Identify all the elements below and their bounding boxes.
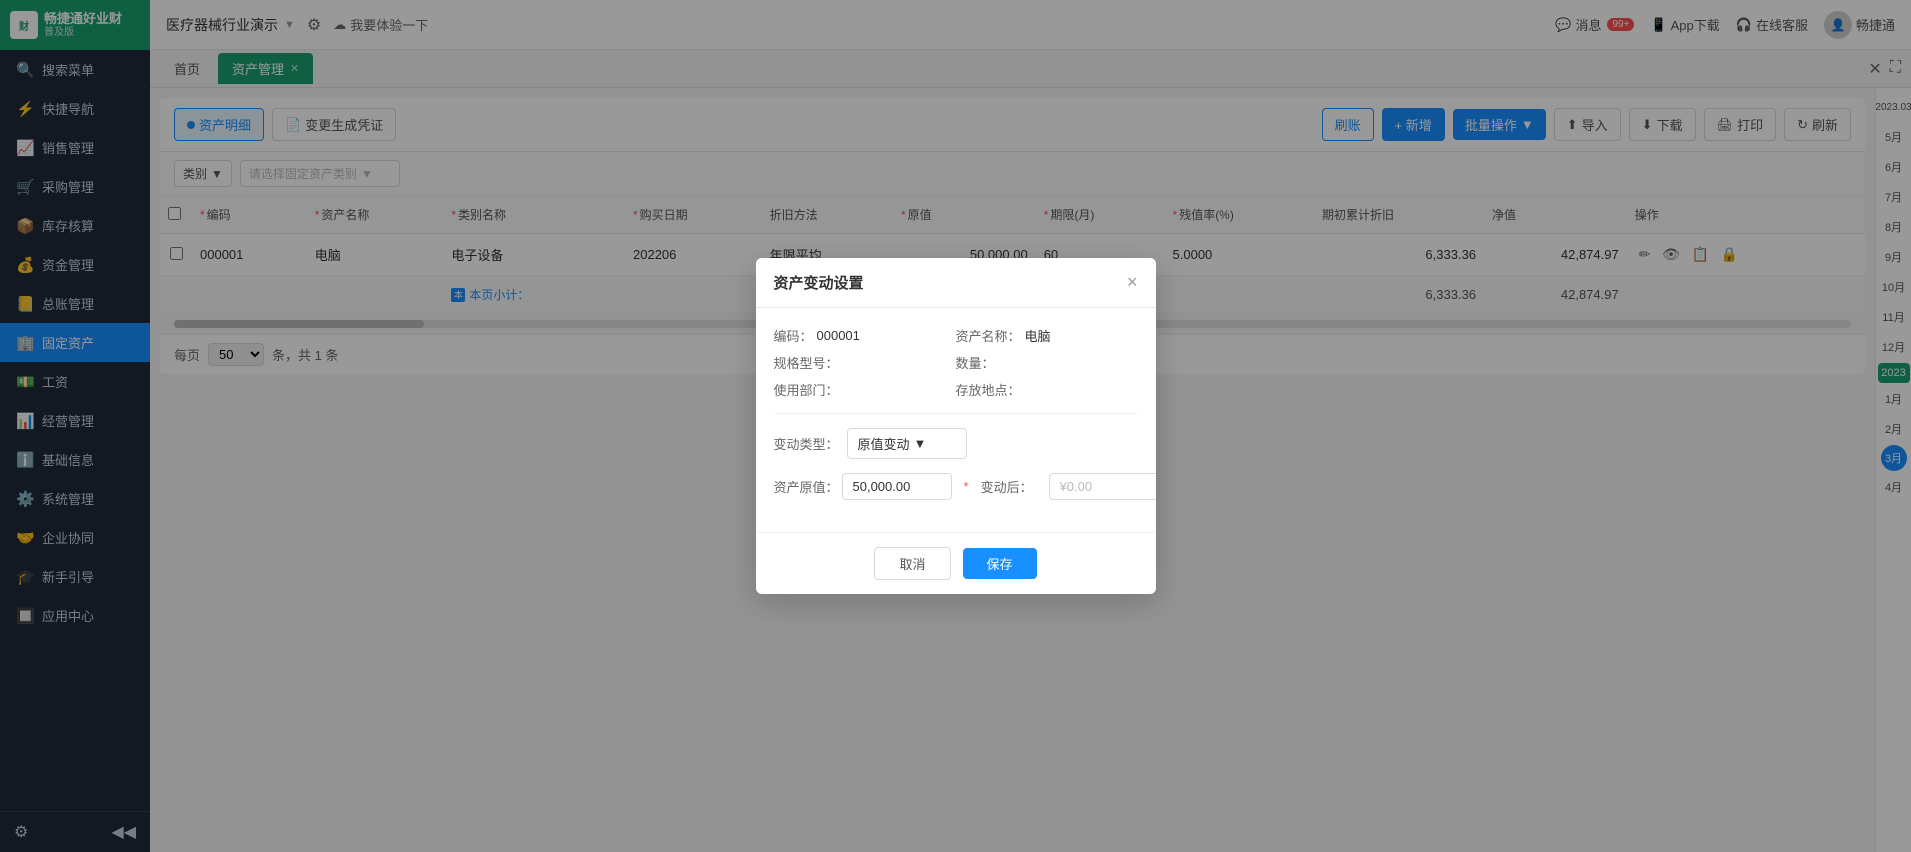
info-location: 存放地点： bbox=[956, 380, 1138, 399]
info-quantity: 数量： bbox=[956, 353, 1138, 372]
modal-header: 资产变动设置 × bbox=[756, 258, 1156, 308]
change-type-label: 变动类型： bbox=[774, 434, 839, 453]
asset-change-modal: 资产变动设置 × 编码： 000001 资产名称： 电脑 规格型号： 数 bbox=[756, 258, 1156, 594]
original-value-input[interactable] bbox=[842, 473, 952, 500]
required-star: * bbox=[964, 479, 969, 494]
modal-title: 资产变动设置 bbox=[774, 272, 864, 293]
info-department: 使用部门： bbox=[774, 380, 956, 399]
select-chevron-icon: ▼ bbox=[914, 436, 927, 451]
info-spec: 规格型号： bbox=[774, 353, 956, 372]
change-type-select[interactable]: 原值变动 ▼ bbox=[847, 428, 967, 459]
modal-overlay: 资产变动设置 × 编码： 000001 资产名称： 电脑 规格型号： 数 bbox=[0, 0, 1911, 852]
change-type-field: 变动类型： 原值变动 ▼ bbox=[774, 428, 1138, 459]
cancel-button[interactable]: 取消 bbox=[874, 547, 950, 580]
original-value-label: 资产原值： bbox=[774, 477, 834, 496]
after-change-input[interactable] bbox=[1049, 473, 1156, 500]
info-code: 编码： 000001 bbox=[774, 326, 956, 345]
modal-footer: 取消 保存 bbox=[756, 532, 1156, 594]
after-change-label: 变动后： bbox=[981, 477, 1041, 496]
modal-info-grid: 编码： 000001 资产名称： 电脑 规格型号： 数量： 使用部门： bbox=[774, 326, 1138, 414]
info-name: 资产名称： 电脑 bbox=[956, 326, 1138, 345]
modal-close-button[interactable]: × bbox=[1127, 272, 1138, 293]
save-button[interactable]: 保存 bbox=[963, 548, 1037, 579]
original-value-field: 资产原值： * 变动后： bbox=[774, 473, 1138, 500]
modal-body: 编码： 000001 资产名称： 电脑 规格型号： 数量： 使用部门： bbox=[756, 308, 1156, 532]
